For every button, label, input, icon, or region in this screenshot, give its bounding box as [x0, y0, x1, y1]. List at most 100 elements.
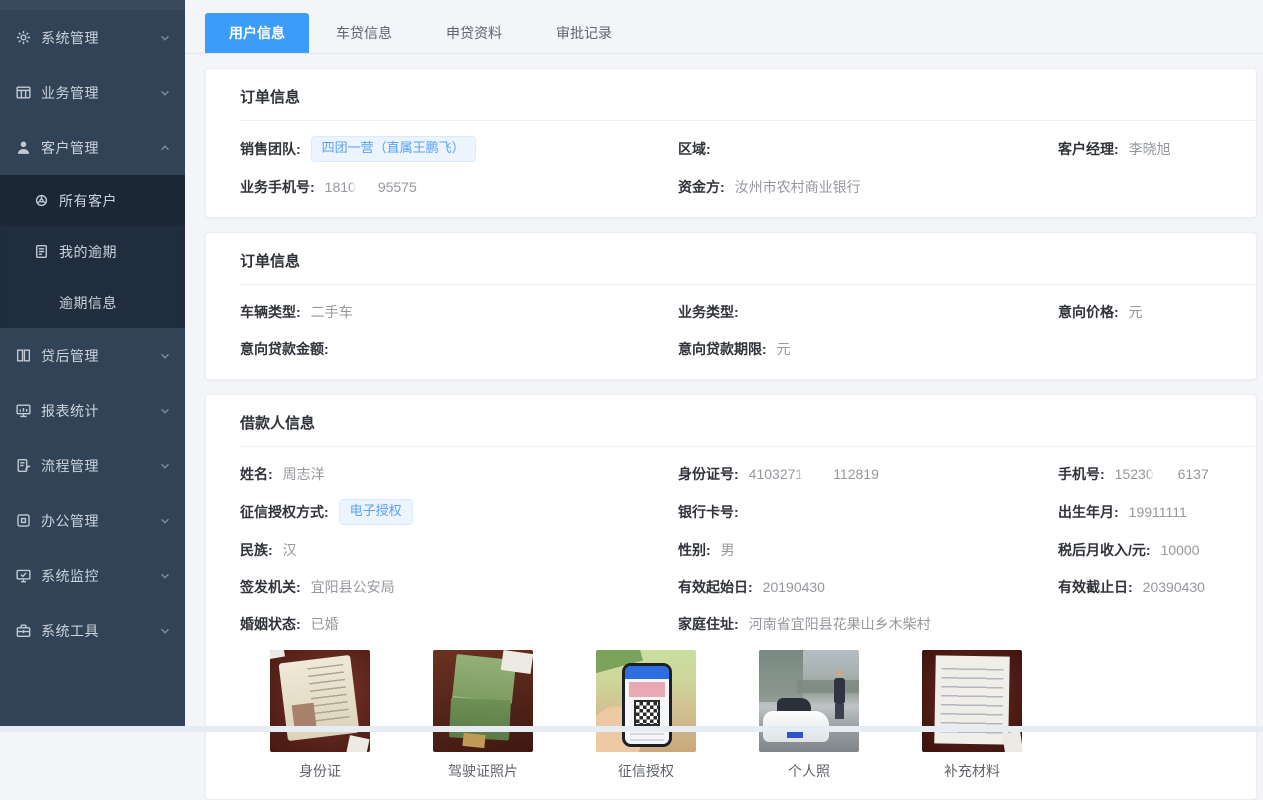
document-edit-icon: [15, 457, 32, 474]
field-value: 元: [777, 339, 791, 359]
field-label: 区域:: [678, 139, 711, 159]
section-title: 订单信息: [240, 233, 1256, 285]
sidebar-item-label: 所有客户: [59, 191, 117, 211]
monitor-check-icon: [15, 567, 32, 584]
sidebar-item-postloan-mgmt[interactable]: 贷后管理: [0, 328, 185, 383]
sidebar-item-process-mgmt[interactable]: 流程管理: [0, 438, 185, 493]
photo-caption: 个人照: [759, 761, 859, 781]
sales-team-tag[interactable]: 四团一营（直属王鹏飞）: [311, 136, 476, 162]
field-biz-type: 业务类型:: [678, 300, 1058, 324]
credit-auth-tag[interactable]: 电子授权: [339, 499, 413, 525]
field-label: 民族:: [240, 540, 273, 560]
sidebar-item-label: 系统工具: [41, 621, 159, 641]
photo-phone-qr-code[interactable]: [596, 650, 696, 752]
field-biz-phone: 业务手机号: 181095575: [240, 175, 678, 199]
field-label: 出生年月:: [1058, 502, 1119, 522]
document-photos: 身份证 驾驶证照片: [270, 650, 1236, 781]
chevron-down-icon: [159, 87, 171, 99]
field-value: 已婚: [311, 614, 339, 634]
horizontal-scrollbar[interactable]: [0, 726, 1263, 732]
field-label: 税后月收入/元:: [1058, 540, 1151, 560]
borrower-info-card: 借款人信息 姓名: 周志洋 身份证号: 4103271112819 手机号: 1…: [205, 394, 1257, 800]
redaction-blur: [803, 467, 833, 480]
field-label: 客户经理:: [1058, 139, 1119, 159]
photo-handwritten-note[interactable]: [922, 650, 1022, 752]
chevron-down-icon: [159, 32, 171, 44]
sidebar-item-label: 客户管理: [41, 138, 159, 158]
order-info-card-1: 订单信息 销售团队: 四团一营（直属王鹏飞） 区域: 客户经理: 李晓旭 业务手…: [205, 68, 1257, 218]
sidebar-item-label: 报表统计: [41, 401, 159, 421]
sidebar-item-system-tools[interactable]: 系统工具: [0, 603, 185, 658]
field-valid-to: 有效截止日: 20390430: [1058, 575, 1236, 599]
sidebar-item-customer-mgmt[interactable]: 客户管理: [0, 120, 185, 175]
sidebar-item-system-mgmt[interactable]: 系统管理: [0, 10, 185, 65]
field-value: 汉: [283, 540, 297, 560]
field-intended-loan-amount: 意向贷款金额:: [240, 337, 678, 361]
sidebar-item-label: 逾期信息: [59, 293, 117, 313]
field-id-number: 身份证号: 4103271112819: [678, 462, 1058, 486]
sidebar-item-label: 系统管理: [41, 28, 159, 48]
field-intended-loan-term: 意向贷款期限: 元: [678, 337, 1058, 361]
field-value: 二手车: [311, 302, 353, 322]
field-label: 姓名:: [240, 464, 273, 484]
field-value: 李晓旭: [1129, 139, 1171, 159]
photo-green-booklet[interactable]: [433, 650, 533, 752]
gear-icon: [15, 29, 32, 46]
field-label: 银行卡号:: [678, 502, 739, 522]
field-value: 20390430: [1143, 579, 1205, 595]
photo-person-with-car[interactable]: [759, 650, 859, 752]
chevron-down-icon: [159, 350, 171, 362]
sidebar-item-system-monitor[interactable]: 系统监控: [0, 548, 185, 603]
sidebar: 系统管理 业务管理 客户管理 所有客户 我的逾期: [0, 0, 185, 726]
sidebar-item-business-mgmt[interactable]: 业务管理: [0, 65, 185, 120]
wheel-icon: [33, 192, 50, 209]
field-label: 销售团队:: [240, 139, 301, 159]
field-label: 有效截止日:: [1058, 577, 1133, 597]
field-value: 男: [721, 540, 735, 560]
field-label: 业务手机号:: [240, 177, 315, 197]
photo-caption: 驾驶证照片: [433, 761, 533, 781]
field-label: 身份证号:: [678, 464, 739, 484]
book-icon: [15, 347, 32, 364]
sidebar-item-office-mgmt[interactable]: 办公管理: [0, 493, 185, 548]
field-value: 181095575: [325, 179, 417, 195]
field-marital-status: 婚姻状态: 已婚: [240, 612, 678, 636]
field-customer-manager: 客户经理: 李晓旭: [1058, 137, 1236, 161]
field-vehicle-type: 车辆类型: 二手车: [240, 300, 678, 324]
sidebar-item-my-overdue[interactable]: 我的逾期: [0, 226, 185, 277]
field-label: 有效起始日:: [678, 577, 753, 597]
chevron-down-icon: [159, 460, 171, 472]
field-value: 10000: [1161, 542, 1200, 558]
field-name: 姓名: 周志洋: [240, 462, 678, 486]
field-value: 4103271112819: [749, 466, 879, 482]
person-art: [833, 670, 845, 719]
sidebar-item-overdue-info[interactable]: 逾期信息: [0, 277, 185, 328]
field-gender: 性别: 男: [678, 538, 1058, 562]
sidebar-item-label: 系统监控: [41, 566, 159, 586]
list-icon: [33, 243, 50, 260]
tab-user-info[interactable]: 用户信息: [205, 13, 309, 53]
sidebar-item-report-stats[interactable]: 报表统计: [0, 383, 185, 438]
field-label: 意向价格:: [1058, 302, 1119, 322]
field-label: 手机号:: [1058, 464, 1105, 484]
field-value: 元: [1129, 302, 1143, 322]
detail-tabs: 用户信息 车贷信息 申贷资料 审批记录: [185, 12, 1263, 54]
field-value: 20190430: [763, 579, 825, 595]
tab-car-loan-info[interactable]: 车贷信息: [309, 13, 419, 53]
field-intended-price: 意向价格: 元: [1058, 300, 1236, 324]
photo-id-card[interactable]: [270, 650, 370, 752]
car-art: [763, 698, 829, 742]
sidebar-item-all-customers[interactable]: 所有客户: [0, 175, 185, 226]
field-bank-card: 银行卡号:: [678, 500, 1058, 524]
field-credit-auth-method: 征信授权方式: 电子授权: [240, 499, 678, 525]
sidebar-top-strip: [0, 0, 185, 10]
field-monthly-income: 税后月收入/元: 10000: [1058, 538, 1236, 562]
grid-icon: [15, 84, 32, 101]
photo-caption: 身份证: [270, 761, 370, 781]
field-region: 区域:: [678, 137, 1058, 161]
tab-loan-apply-docs[interactable]: 申贷资料: [419, 13, 529, 53]
toolbox-icon: [15, 622, 32, 639]
chevron-down-icon: [159, 625, 171, 637]
tab-approval-records[interactable]: 审批记录: [529, 13, 639, 53]
field-mobile-phone: 手机号: 152306137: [1058, 462, 1236, 486]
